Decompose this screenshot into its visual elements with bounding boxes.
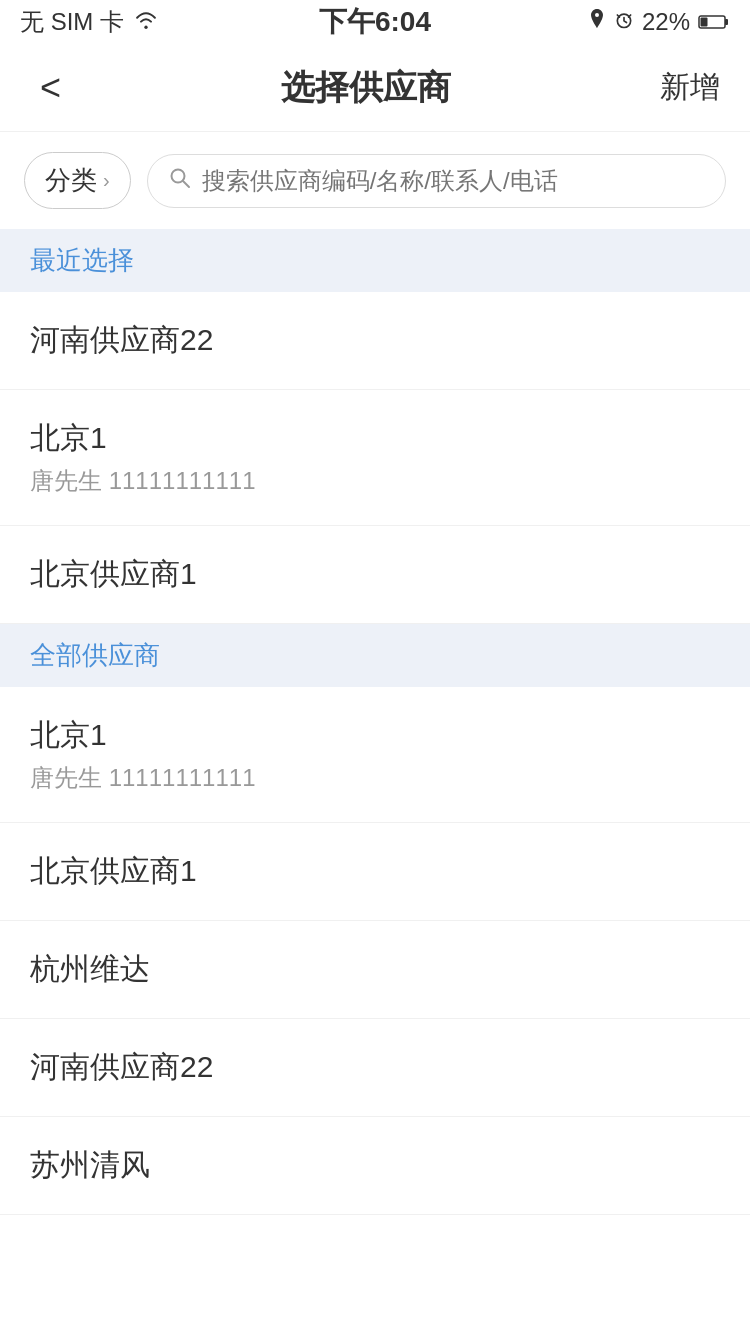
list-item[interactable]: 河南供应商22 [0,1019,750,1117]
category-button[interactable]: 分类 › [24,152,131,209]
alarm-icon [614,8,634,36]
location-icon [588,8,606,36]
item-sub: 唐先生 11111111111 [30,465,720,497]
search-icon [168,165,192,197]
all-list: 北京1 唐先生 11111111111 北京供应商1 杭州维达河南供应商22 苏州清风 [0,687,750,1215]
all-section-header: 全部供应商 [0,624,750,687]
add-button[interactable]: 新增 [660,67,720,108]
search-input[interactable] [202,167,705,195]
chevron-right-icon: › [103,169,110,192]
list-item[interactable]: 北京供应商1 [0,526,750,624]
page-title: 选择供应商 [281,65,451,111]
list-item[interactable]: 苏州清风 [0,1117,750,1215]
list-item[interactable]: 杭州维达 [0,921,750,1019]
list-item[interactable]: 河南供应商22 [0,292,750,390]
wifi-icon [132,8,160,36]
status-left: 无 SIM 卡 [20,6,160,38]
recent-list: 河南供应商22 北京1 唐先生 11111111111 北京供应商1 [0,292,750,624]
item-name: 北京供应商1 [30,851,720,892]
item-name: 北京供应商1 [30,554,720,595]
item-name: 杭州维达 [30,949,720,990]
filter-row: 分类 › [0,132,750,229]
all-section-label: 全部供应商 [30,640,160,670]
status-right: 22% [588,8,730,36]
list-item[interactable]: 北京1 唐先生 11111111111 [0,687,750,823]
battery-text: 22% [642,8,690,36]
list-item[interactable]: 北京1 唐先生 11111111111 [0,390,750,526]
svg-line-5 [183,181,189,187]
item-name: 北京1 [30,418,720,459]
status-time: 下午6:04 [319,3,431,41]
item-name: 河南供应商22 [30,1047,720,1088]
back-button[interactable]: < [30,57,71,119]
item-name: 苏州清风 [30,1145,720,1186]
item-sub: 唐先生 11111111111 [30,762,720,794]
svg-rect-3 [725,19,728,25]
no-sim-text: 无 SIM 卡 [20,6,124,38]
category-label: 分类 [45,163,97,198]
item-name: 北京1 [30,715,720,756]
list-item[interactable]: 北京供应商1 [0,823,750,921]
battery-icon [698,8,730,36]
status-bar: 无 SIM 卡 下午6:04 22% [0,0,750,44]
svg-rect-2 [701,18,708,27]
item-name: 河南供应商22 [30,320,720,361]
search-box[interactable] [147,154,726,208]
recent-section-header: 最近选择 [0,229,750,292]
nav-bar: < 选择供应商 新增 [0,44,750,132]
recent-section-label: 最近选择 [30,245,134,275]
